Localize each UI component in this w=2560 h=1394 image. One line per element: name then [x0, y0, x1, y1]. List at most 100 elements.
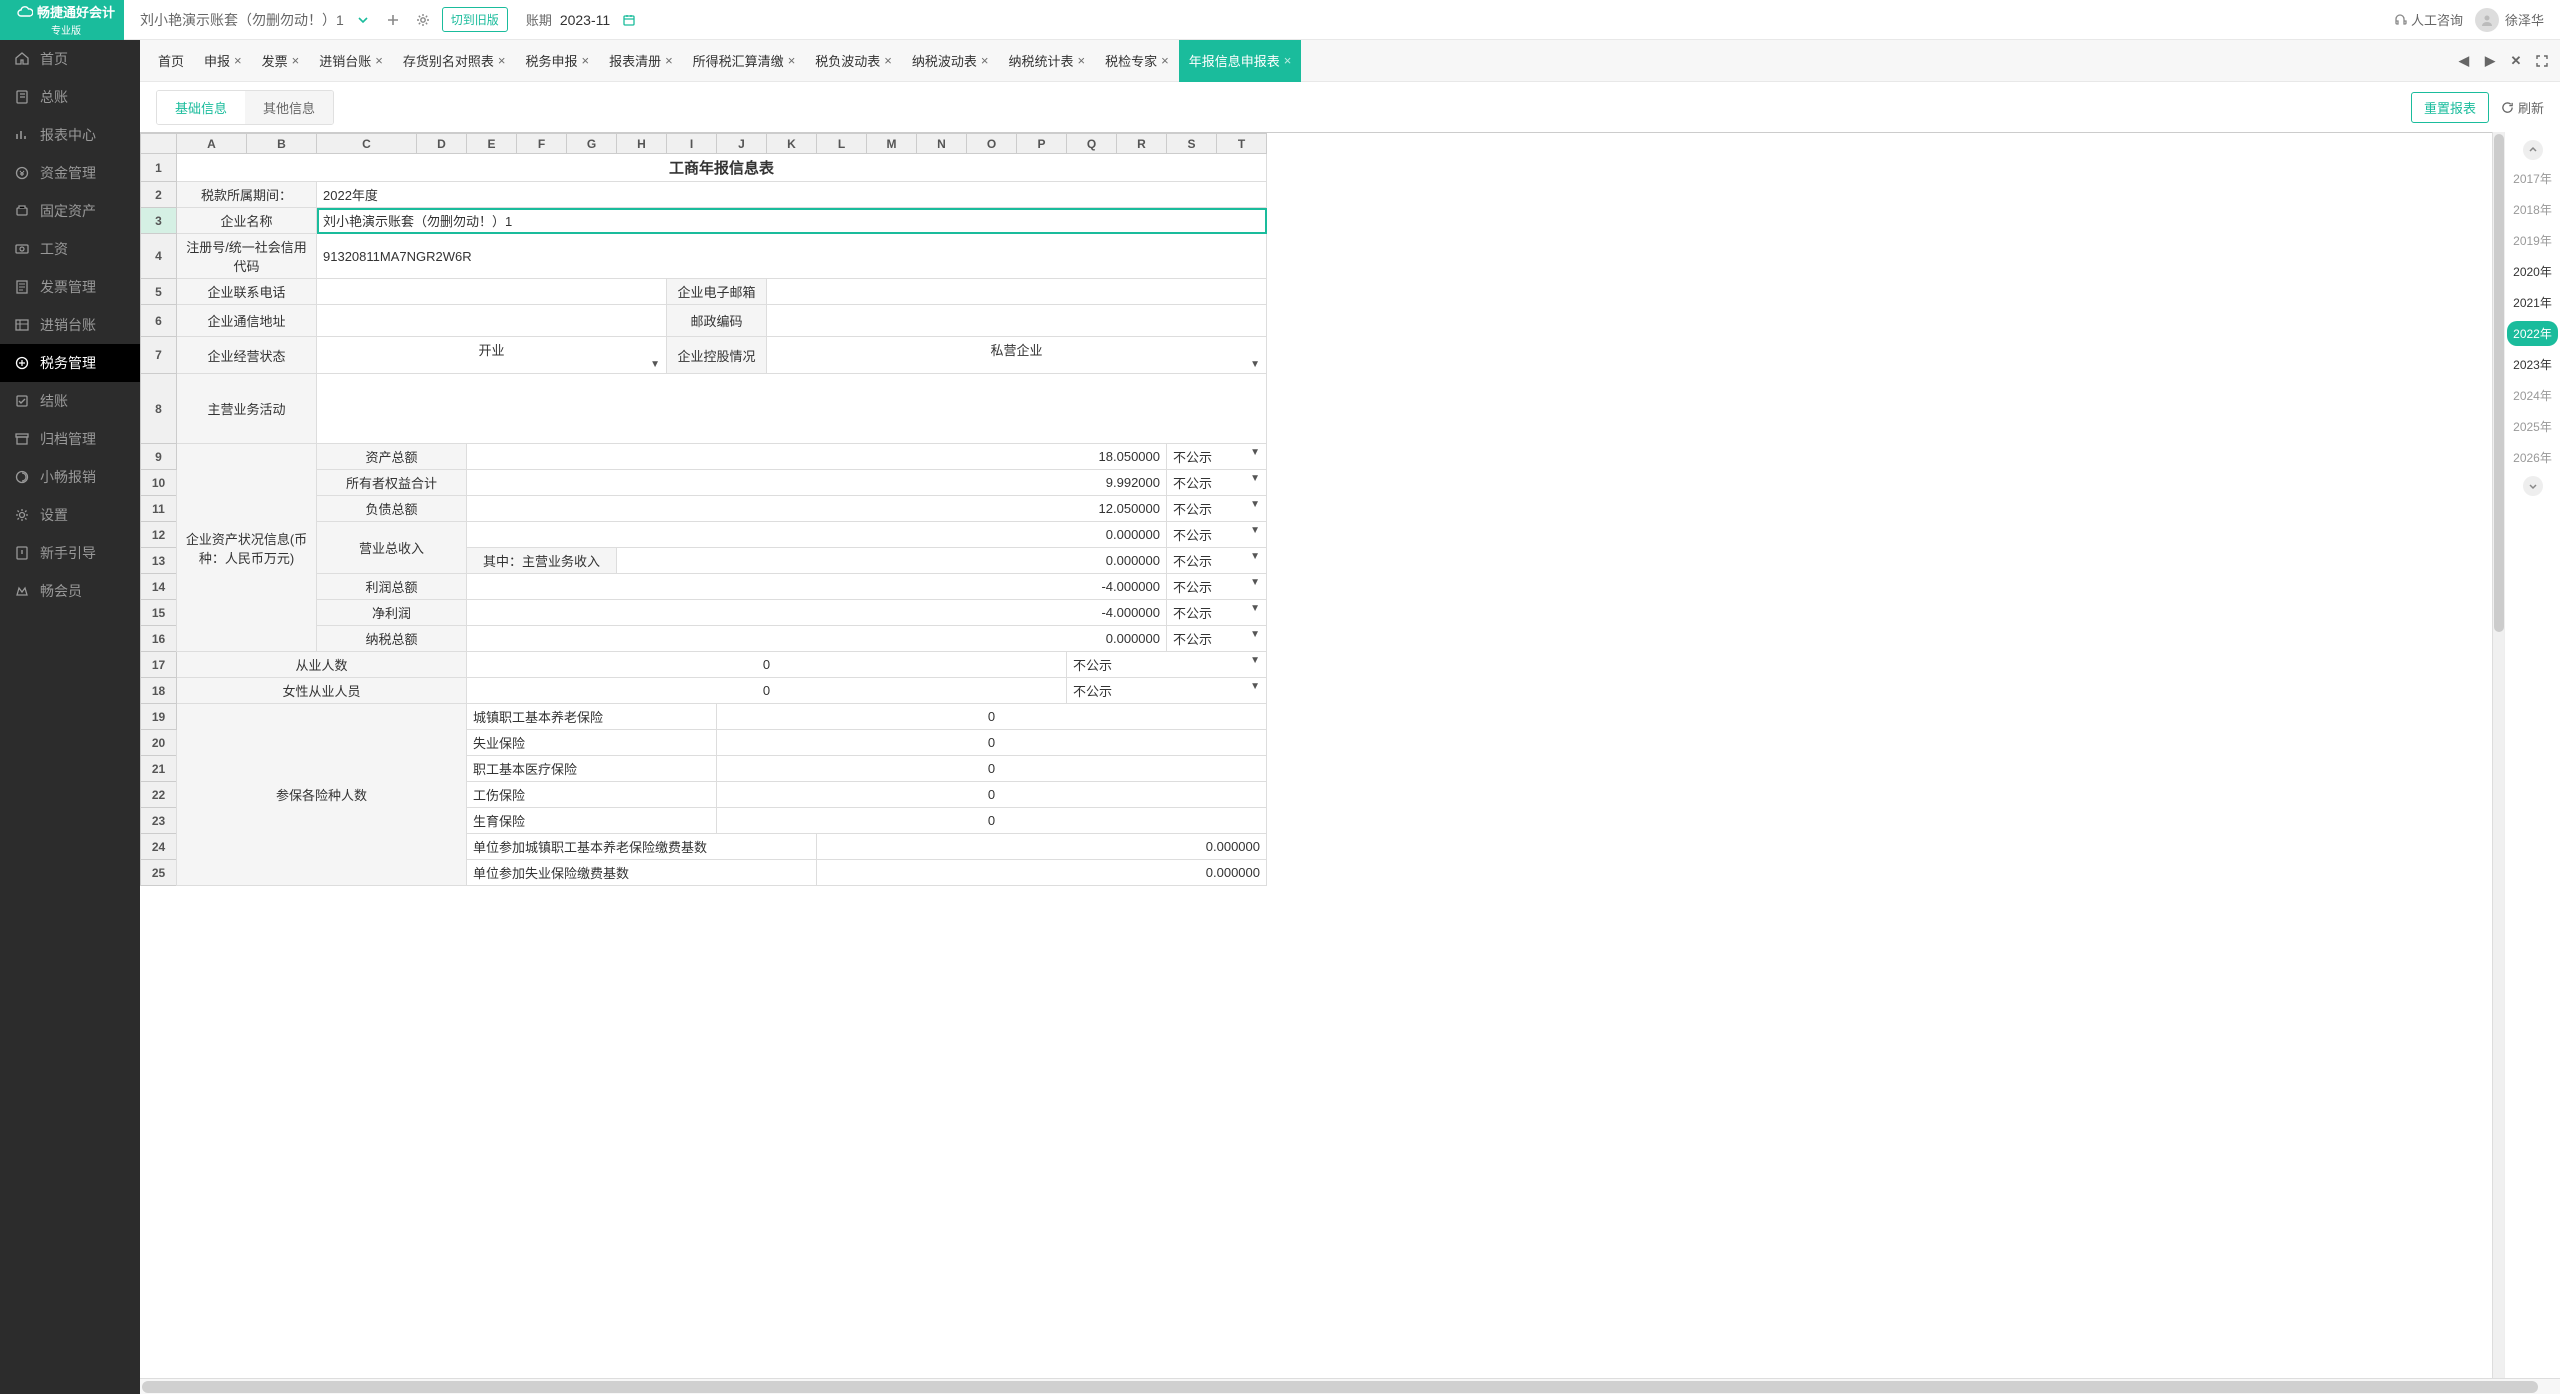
tab-next-icon[interactable]: ▶ — [2480, 51, 2500, 71]
calendar-icon[interactable] — [618, 9, 640, 31]
sub-tab-basic[interactable]: 基础信息 — [157, 91, 245, 124]
value-cell[interactable]: 18.050000 — [467, 444, 1167, 470]
close-icon[interactable]: × — [498, 53, 506, 68]
col-head-G[interactable]: G — [567, 134, 617, 154]
close-icon[interactable]: × — [884, 53, 892, 68]
value-cell[interactable] — [317, 305, 667, 337]
row-head-19[interactable]: 19 — [141, 704, 177, 730]
close-icon[interactable]: × — [1284, 53, 1292, 68]
close-icon[interactable]: × — [788, 53, 796, 68]
row-head-23[interactable]: 23 — [141, 808, 177, 834]
row-head-15[interactable]: 15 — [141, 600, 177, 626]
dropdown-cell[interactable]: 不公示▼ — [1167, 600, 1267, 626]
dropdown-cell[interactable]: 不公示▼ — [1167, 626, 1267, 652]
col-head-C[interactable]: C — [317, 134, 417, 154]
value-cell[interactable]: 0.000000 — [817, 860, 1267, 886]
row-head-5[interactable]: 5 — [141, 279, 177, 305]
value-cell[interactable]: 0 — [717, 756, 1267, 782]
row-head-11[interactable]: 11 — [141, 496, 177, 522]
sidebar-item-tax[interactable]: 税务管理 — [0, 344, 140, 382]
value-cell[interactable]: 0.000000 — [467, 626, 1167, 652]
value-cell[interactable]: 0 — [717, 704, 1267, 730]
close-icon[interactable]: × — [1078, 53, 1086, 68]
sub-tab-other[interactable]: 其他信息 — [245, 91, 333, 124]
col-head-D[interactable]: D — [417, 134, 467, 154]
row-head-21[interactable]: 21 — [141, 756, 177, 782]
row-head-18[interactable]: 18 — [141, 678, 177, 704]
row-head-10[interactable]: 10 — [141, 470, 177, 496]
col-head-R[interactable]: R — [1117, 134, 1167, 154]
chevron-down-icon[interactable] — [352, 9, 374, 31]
tab-8[interactable]: 税负波动表× — [805, 40, 902, 82]
col-head-T[interactable]: T — [1217, 134, 1267, 154]
close-icon[interactable]: × — [665, 53, 673, 68]
vscrollbar[interactable] — [2492, 132, 2504, 1378]
value-cell[interactable]: 0.000000 — [617, 548, 1167, 574]
sidebar-item-psi[interactable]: 进销台账 — [0, 306, 140, 344]
tab-7[interactable]: 所得税汇算清缴× — [683, 40, 806, 82]
tab-11[interactable]: 税检专家× — [1095, 40, 1179, 82]
value-cell[interactable]: 0.000000 — [467, 522, 1167, 548]
close-icon[interactable]: × — [1161, 53, 1169, 68]
row-head-1[interactable]: 1 — [141, 154, 177, 182]
dropdown-cell[interactable]: 不公示▼ — [1167, 574, 1267, 600]
col-head-L[interactable]: L — [817, 134, 867, 154]
tab-12[interactable]: 年报信息申报表× — [1179, 40, 1302, 82]
sidebar-item-archive[interactable]: 归档管理 — [0, 420, 140, 458]
col-head-N[interactable]: N — [917, 134, 967, 154]
col-head-I[interactable]: I — [667, 134, 717, 154]
col-head-P[interactable]: P — [1017, 134, 1067, 154]
old-version-button[interactable]: 切到旧版 — [442, 7, 508, 32]
value-cell[interactable]: 刘小艳演示账套（勿删勿动！）1 — [317, 208, 1267, 234]
sidebar-item-xc[interactable]: 小畅报销 — [0, 458, 140, 496]
row-head-25[interactable]: 25 — [141, 860, 177, 886]
value-cell[interactable]: 城镇职工基本养老保险 — [467, 704, 717, 730]
row-head-8[interactable]: 8 — [141, 374, 177, 444]
value-cell[interactable]: 91320811MA7NGR2W6R — [317, 234, 1267, 279]
value-cell[interactable]: 单位参加城镇职工基本养老保险缴费基数 — [467, 834, 817, 860]
tab-10[interactable]: 纳税统计表× — [999, 40, 1096, 82]
value-cell[interactable] — [767, 305, 1267, 337]
tab-5[interactable]: 税务申报× — [515, 40, 599, 82]
year-2021年[interactable]: 2021年 — [2507, 290, 2558, 315]
close-icon[interactable]: × — [234, 53, 242, 68]
tab-4[interactable]: 存货别名对照表× — [393, 40, 516, 82]
year-2020年[interactable]: 2020年 — [2507, 259, 2558, 284]
spreadsheet[interactable]: ABCDEFGHIJKLMNOPQRST1工商年报信息表2税款所属期间：2022… — [140, 132, 2492, 1378]
tab-prev-icon[interactable]: ◀ — [2454, 51, 2474, 71]
row-head-3[interactable]: 3 — [141, 208, 177, 234]
value-cell[interactable]: 0 — [717, 808, 1267, 834]
tab-3[interactable]: 进销台账× — [309, 40, 393, 82]
row-head-2[interactable]: 2 — [141, 182, 177, 208]
row-head-14[interactable]: 14 — [141, 574, 177, 600]
year-2023年[interactable]: 2023年 — [2507, 352, 2558, 377]
year-2022年[interactable]: 2022年 — [2507, 321, 2558, 346]
row-head-12[interactable]: 12 — [141, 522, 177, 548]
row-head-7[interactable]: 7 — [141, 337, 177, 374]
col-head-F[interactable]: F — [517, 134, 567, 154]
value-cell[interactable]: -4.000000 — [467, 600, 1167, 626]
tab-2[interactable]: 发票× — [252, 40, 310, 82]
sidebar-item-close[interactable]: 结账 — [0, 382, 140, 420]
sidebar-item-assets[interactable]: 固定资产 — [0, 192, 140, 230]
col-head-J[interactable]: J — [717, 134, 767, 154]
dropdown-cell[interactable]: 不公示▼ — [1167, 496, 1267, 522]
year-up-icon[interactable] — [2523, 140, 2543, 160]
sidebar-item-settings[interactable]: 设置 — [0, 496, 140, 534]
sidebar-item-reports[interactable]: 报表中心 — [0, 116, 140, 154]
close-icon[interactable]: × — [375, 53, 383, 68]
sidebar-item-funds[interactable]: 资金管理 — [0, 154, 140, 192]
reset-report-button[interactable]: 重置报表 — [2411, 92, 2489, 123]
refresh-button[interactable]: 刷新 — [2501, 98, 2544, 117]
value-cell[interactable] — [317, 374, 1267, 444]
year-down-icon[interactable] — [2523, 476, 2543, 496]
row-head-20[interactable]: 20 — [141, 730, 177, 756]
tab-6[interactable]: 报表清册× — [599, 40, 683, 82]
dropdown-cell[interactable]: 不公示▼ — [1067, 678, 1267, 704]
user-menu[interactable]: 徐泽华 — [2475, 8, 2544, 32]
col-head-Q[interactable]: Q — [1067, 134, 1117, 154]
dropdown-cell[interactable]: 不公示▼ — [1167, 548, 1267, 574]
value-cell[interactable]: 2022年度 — [317, 182, 1267, 208]
row-head-24[interactable]: 24 — [141, 834, 177, 860]
consult-button[interactable]: 人工咨询 — [2393, 10, 2463, 29]
